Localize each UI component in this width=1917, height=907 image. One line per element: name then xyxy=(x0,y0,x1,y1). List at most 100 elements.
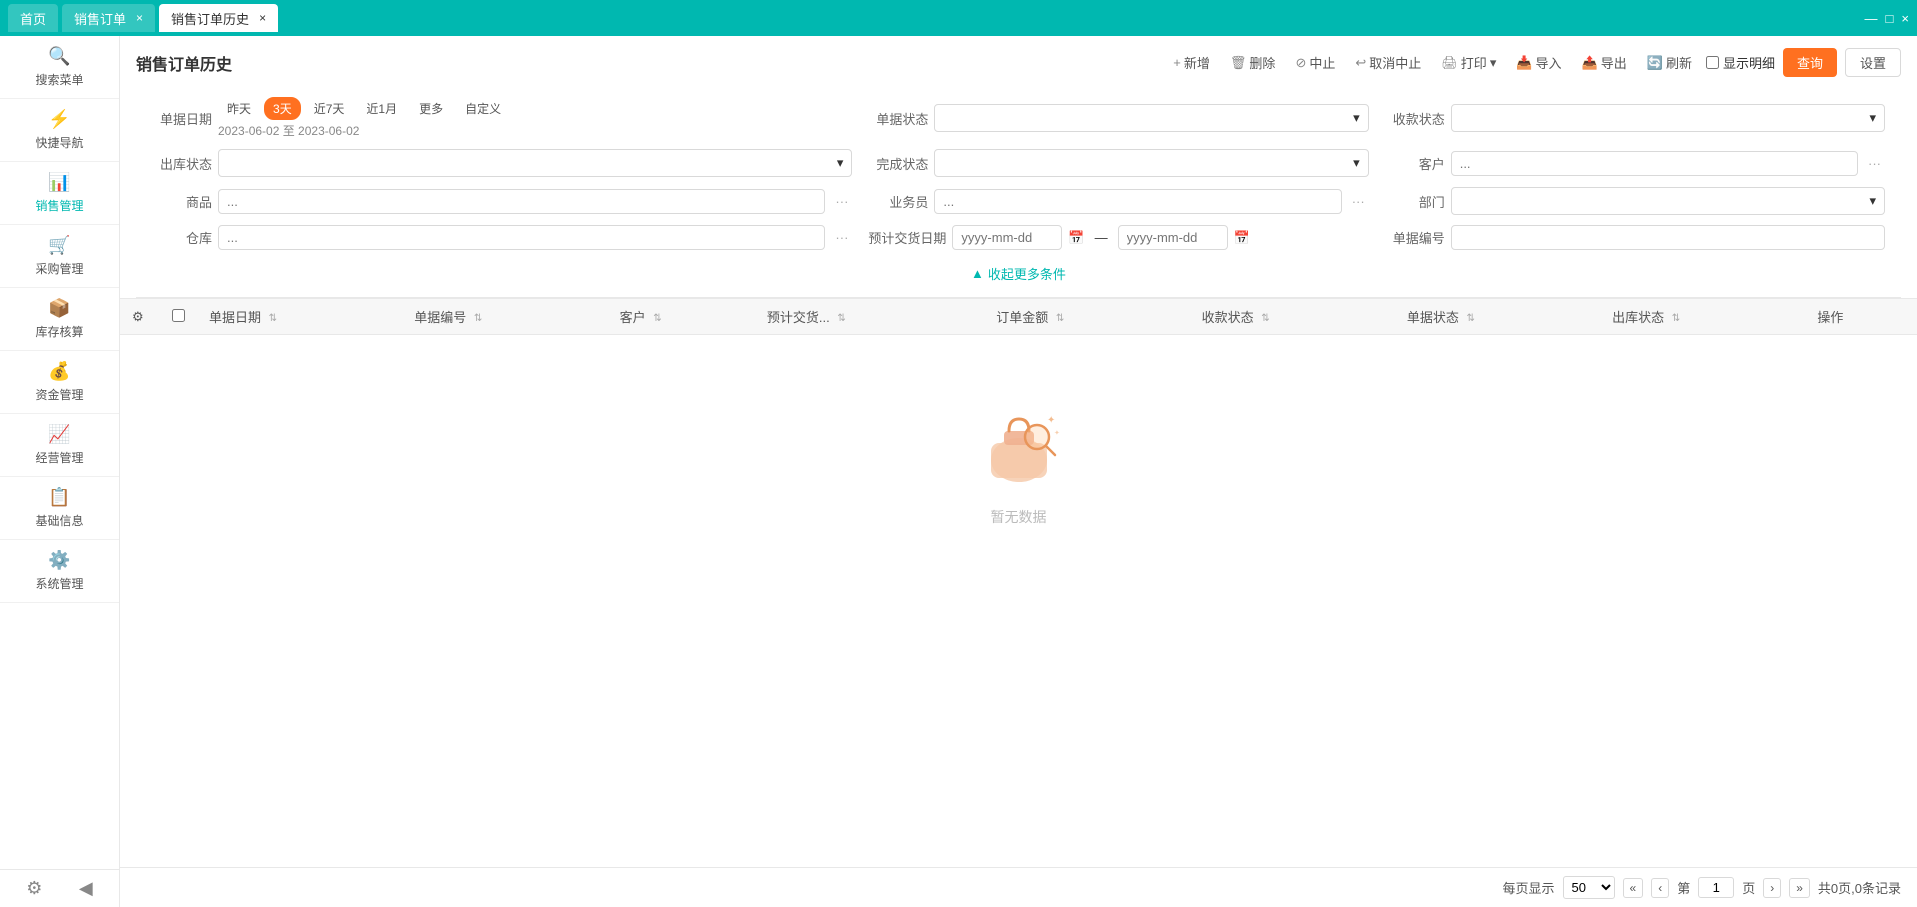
sidebar-item-base[interactable]: 📋 基础信息 xyxy=(0,477,119,540)
date-custom-btn[interactable]: 自定义 xyxy=(456,97,510,120)
date-more-btn[interactable]: 更多 xyxy=(410,97,452,120)
salesperson-input[interactable] xyxy=(934,189,1341,214)
order-no-label: 单据编号 xyxy=(1385,228,1445,247)
add-icon: + xyxy=(1173,55,1181,70)
sidebar-collapse-btn[interactable]: ◀ xyxy=(79,878,93,899)
customer-sort-icon[interactable]: ⇅ xyxy=(653,313,661,324)
sidebar-item-sales[interactable]: 📊 销售管理 xyxy=(0,162,119,225)
query-button[interactable]: 查询 xyxy=(1783,48,1837,77)
filter-area: 单据日期 昨天 3天 近7天 近1月 更多 自定义 2023-06-02 至 2… xyxy=(136,87,1901,298)
date-filter-wrapper: 昨天 3天 近7天 近1月 更多 自定义 2023-06-02 至 2023-0… xyxy=(218,97,510,139)
expected-date-start[interactable] xyxy=(952,225,1062,250)
tab-sales-order-history[interactable]: 销售订单历史 × xyxy=(159,4,278,32)
warehouse-input[interactable] xyxy=(218,225,825,250)
out-status-select[interactable]: ▾ xyxy=(218,149,852,177)
quick-nav-icon: ⚡ xyxy=(48,109,70,130)
sidebar-item-quick-nav[interactable]: ⚡ 快捷导航 xyxy=(0,99,119,162)
customer-dots[interactable]: ··· xyxy=(1864,156,1885,171)
col-action: 操作 xyxy=(1805,299,1917,335)
warehouse-dots[interactable]: ··· xyxy=(831,230,852,245)
date-quick-buttons: 昨天 3天 近7天 近1月 更多 自定义 xyxy=(218,97,510,120)
window-close-btn[interactable]: × xyxy=(1901,11,1909,26)
date-sort-icon[interactable]: ⇅ xyxy=(269,313,277,324)
data-table: ⚙ 单据日期 ⇅ 单据编号 ⇅ 客户 ⇅ xyxy=(120,299,1917,335)
display-detail-input[interactable] xyxy=(1706,56,1719,69)
import-button[interactable]: 📥 导入 xyxy=(1510,49,1567,76)
sidebar-item-purchase[interactable]: 🛒 采购管理 xyxy=(0,225,119,288)
expected-date-end[interactable] xyxy=(1118,225,1228,250)
display-detail-checkbox[interactable]: 显示明细 xyxy=(1706,53,1775,72)
last-page-btn[interactable]: » xyxy=(1789,878,1810,898)
col-customer: 客户 ⇅ xyxy=(608,299,755,335)
customer-input[interactable] xyxy=(1451,151,1858,176)
status-select[interactable]: ▾ xyxy=(934,104,1368,132)
col-checkbox[interactable] xyxy=(160,299,197,335)
print-button[interactable]: 🖨 打印 ▾ xyxy=(1435,49,1502,76)
order-no-input[interactable] xyxy=(1451,225,1885,250)
sidebar-item-finance[interactable]: 💰 资金管理 xyxy=(0,351,119,414)
inventory-icon: 📦 xyxy=(48,298,70,319)
stop-icon: ⊘ xyxy=(1295,55,1306,71)
page-size-select[interactable]: 10 20 50 100 xyxy=(1563,876,1615,899)
cancel-stop-button[interactable]: ↩ 取消中止 xyxy=(1349,49,1427,76)
add-button[interactable]: + 新增 xyxy=(1167,49,1216,76)
tab-sales-order-close[interactable]: × xyxy=(136,11,143,25)
sidebar-bottom: ⚙ ◀ xyxy=(0,869,119,907)
tab-home[interactable]: 首页 xyxy=(8,4,58,32)
pay-status-select[interactable]: ▾ xyxy=(1451,104,1885,132)
date-yesterday-btn[interactable]: 昨天 xyxy=(218,97,260,120)
refresh-button[interactable]: 🔄 刷新 xyxy=(1641,49,1698,76)
sidebar-settings-btn[interactable]: ⚙ xyxy=(26,878,42,899)
delete-button[interactable]: 🗑 删除 xyxy=(1224,49,1282,76)
col-settings[interactable]: ⚙ xyxy=(120,299,160,335)
select-all-checkbox[interactable] xyxy=(172,309,185,322)
next-page-btn[interactable]: › xyxy=(1763,878,1781,898)
complete-status-dropdown-icon: ▾ xyxy=(1353,155,1360,171)
out-status-sort-icon[interactable]: ⇅ xyxy=(1672,313,1680,324)
date-separator: — xyxy=(1095,230,1108,245)
status-filter: 单据状态 ▾ xyxy=(868,104,1368,132)
calendar-start-icon[interactable]: 📅 xyxy=(1068,230,1084,246)
department-select[interactable]: ▾ xyxy=(1451,187,1885,215)
salesperson-dots[interactable]: ··· xyxy=(1348,194,1369,209)
operation-icon: 📈 xyxy=(48,424,70,445)
prev-page-btn[interactable]: ‹ xyxy=(1651,878,1669,898)
stop-button[interactable]: ⊘ 中止 xyxy=(1289,49,1341,76)
expected-date-sort-icon[interactable]: ⇅ xyxy=(837,313,845,324)
first-page-btn[interactable]: « xyxy=(1623,878,1644,898)
tab-sales-order-history-close[interactable]: × xyxy=(259,11,266,25)
date-7days-btn[interactable]: 近7天 xyxy=(305,97,354,120)
finance-icon: 💰 xyxy=(48,361,70,382)
window-max-btn[interactable]: □ xyxy=(1886,11,1894,26)
sidebar-item-system[interactable]: ⚙️ 系统管理 xyxy=(0,540,119,603)
product-input[interactable] xyxy=(218,189,825,214)
export-button[interactable]: 📤 导出 xyxy=(1576,49,1633,76)
col-amount: 订单金额 ⇅ xyxy=(984,299,1189,335)
window-min-btn[interactable]: — xyxy=(1865,11,1878,26)
tab-sales-order[interactable]: 销售订单 × xyxy=(62,4,155,32)
date-1month-btn[interactable]: 近1月 xyxy=(357,97,406,120)
date-3days-btn[interactable]: 3天 xyxy=(264,97,301,120)
product-dots[interactable]: ··· xyxy=(831,194,852,209)
sidebar-item-operation[interactable]: 📈 经营管理 xyxy=(0,414,119,477)
expected-date-label: 预计交货日期 xyxy=(868,228,946,247)
no-sort-icon[interactable]: ⇅ xyxy=(474,313,482,324)
settings-button[interactable]: 设置 xyxy=(1845,48,1901,77)
sidebar-item-inventory[interactable]: 📦 库存核算 xyxy=(0,288,119,351)
purchase-icon: 🛒 xyxy=(48,235,70,256)
collapse-filter-btn[interactable]: ▲ 收起更多条件 xyxy=(152,260,1885,287)
customer-label: 客户 xyxy=(1385,154,1445,173)
calendar-end-icon[interactable]: 📅 xyxy=(1234,230,1250,246)
complete-status-select[interactable]: ▾ xyxy=(934,149,1368,177)
svg-text:✦: ✦ xyxy=(1054,429,1060,437)
pay-status-sort-icon[interactable]: ⇅ xyxy=(1261,313,1269,324)
page-number-input[interactable] xyxy=(1698,877,1734,898)
col-bill-status: 单据状态 ⇅ xyxy=(1395,299,1600,335)
bill-status-sort-icon[interactable]: ⇅ xyxy=(1466,313,1474,324)
amount-sort-icon[interactable]: ⇅ xyxy=(1056,313,1064,324)
toolbar: + 新增 🗑 删除 ⊘ 中止 ↩ 取消中止 xyxy=(1167,48,1901,77)
salesperson-label: 业务员 xyxy=(868,192,928,211)
salesperson-filter: 业务员 ··· xyxy=(868,189,1368,214)
sidebar-item-search[interactable]: 🔍 搜索菜单 xyxy=(0,36,119,99)
empty-illustration: ✦ ✦ xyxy=(969,395,1069,495)
